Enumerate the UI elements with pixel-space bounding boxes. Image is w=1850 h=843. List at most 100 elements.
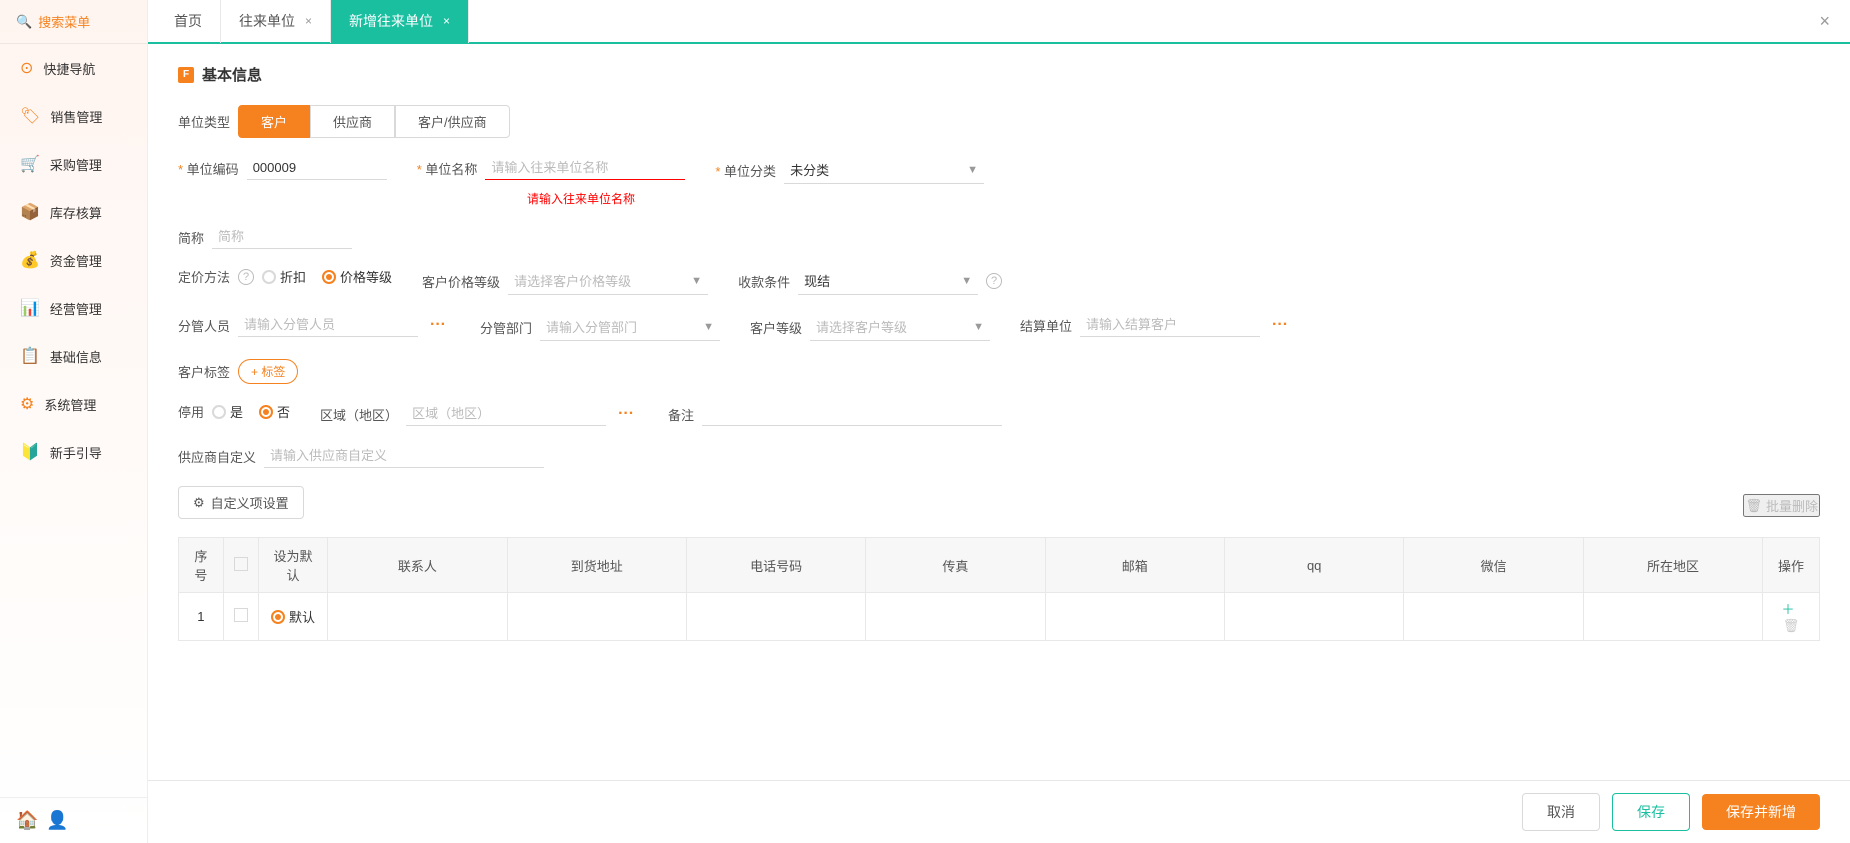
col-phone: 电话号码	[686, 538, 865, 593]
settlement-input[interactable]	[1080, 313, 1260, 337]
payment-help-icon[interactable]: ?	[986, 273, 1002, 289]
header-checkbox[interactable]	[234, 557, 248, 571]
sidebar-item-label: 新手引导	[50, 443, 102, 462]
home-icon[interactable]: 🏠	[16, 810, 38, 831]
col-region: 所在地区	[1583, 538, 1762, 593]
payment-label: 收款条件	[738, 272, 790, 291]
info-icon: F	[183, 69, 189, 80]
customer-price-placeholder: 请选择客户价格等级	[514, 271, 687, 290]
form-content: F 基本信息 单位类型 客户 供应商 客户/供应商 单位编码	[148, 44, 1850, 780]
save-button[interactable]: 保存	[1612, 793, 1690, 831]
supplier-custom-input[interactable]	[264, 444, 544, 468]
tab-units[interactable]: 往来单位 ×	[221, 0, 331, 43]
sidebar-search[interactable]: 🔍 搜索菜单	[0, 0, 147, 44]
payment-chevron: ▼	[961, 275, 972, 287]
abbr-input[interactable]	[212, 225, 352, 249]
region-more-btn[interactable]: ···	[614, 405, 638, 423]
cancel-button[interactable]: 取消	[1522, 793, 1600, 831]
add-row-icon[interactable]: ＋	[1782, 602, 1795, 617]
tab-new-unit[interactable]: 新增往来单位 ×	[331, 0, 469, 43]
inventory-icon: 📦	[20, 202, 40, 222]
discount-label: 折扣	[280, 267, 306, 286]
batch-delete-area: 🗑 批量删除	[1743, 494, 1820, 517]
cell-address[interactable]	[507, 593, 686, 641]
tab-home[interactable]: 首页	[156, 0, 221, 43]
sidebar-item-quick-nav[interactable]: ⊙ 快捷导航	[0, 44, 147, 92]
footer-bar: 取消 保存 保存并新增	[148, 780, 1850, 843]
sidebar-item-label: 销售管理	[50, 107, 102, 126]
type-btn-both[interactable]: 客户/供应商	[395, 105, 510, 138]
cell-seq: 1	[179, 593, 224, 641]
cell-wechat[interactable]	[1404, 593, 1583, 641]
cell-qq[interactable]	[1224, 593, 1404, 641]
pricing-radio-price-level[interactable]: 价格等级	[322, 267, 392, 286]
sidebar-item-purchase[interactable]: 🛒 采购管理	[0, 140, 147, 188]
disabled-no[interactable]: 否	[259, 402, 290, 421]
disabled-no-label: 否	[277, 402, 290, 421]
pricing-row: 定价方法 ? 折扣 价格等级 客户价格等级 请选择客户价格等级	[178, 267, 1820, 295]
manager-more-btn[interactable]: ···	[426, 316, 450, 334]
code-input[interactable]	[247, 156, 387, 180]
customer-level-select[interactable]: 请选择客户等级 ▼	[810, 313, 990, 341]
add-tag-button[interactable]: + 标签	[238, 359, 298, 384]
supplier-custom-row: 供应商自定义	[178, 444, 1820, 468]
code-field: 单位编码	[178, 156, 387, 180]
sidebar-item-label: 基础信息	[50, 347, 102, 366]
cell-phone[interactable]	[686, 593, 865, 641]
payment-select[interactable]: 现结 ▼	[798, 267, 978, 295]
sidebar-item-operations[interactable]: 📊 经营管理	[0, 284, 147, 332]
window-close-icon[interactable]: ×	[1807, 11, 1842, 32]
pricing-radio-discount[interactable]: 折扣	[262, 267, 306, 286]
customer-price-select[interactable]: 请选择客户价格等级 ▼	[508, 267, 708, 295]
sidebar-item-system[interactable]: ⚙ 系统管理	[0, 380, 147, 428]
sidebar-item-basic[interactable]: 📋 基础信息	[0, 332, 147, 380]
dept-select[interactable]: 请输入分管部门 ▼	[540, 313, 720, 341]
custom-settings-button[interactable]: ⚙ 自定义项设置	[178, 486, 304, 519]
disabled-yes[interactable]: 是	[212, 402, 243, 421]
cell-email[interactable]	[1045, 593, 1224, 641]
sidebar-item-finance[interactable]: 💰 资金管理	[0, 236, 147, 284]
tab-units-close[interactable]: ×	[305, 14, 312, 28]
sidebar-item-sales[interactable]: 🏷 销售管理	[0, 92, 147, 140]
row-checkbox[interactable]	[234, 608, 248, 622]
delete-row-icon[interactable]: 🗑	[1783, 618, 1800, 633]
name-field: 单位名称 请输入往来单位名称	[417, 156, 686, 207]
cell-fax[interactable]	[866, 593, 1045, 641]
category-value: 未分类	[790, 160, 963, 179]
sidebar-item-label: 系统管理	[44, 395, 96, 414]
remark-input[interactable]	[702, 402, 1002, 426]
type-btn-supplier[interactable]: 供应商	[310, 105, 395, 138]
pricing-field: 定价方法 ? 折扣 价格等级	[178, 267, 392, 286]
custom-settings-label: 自定义项设置	[211, 493, 289, 512]
sidebar-item-label: 采购管理	[50, 155, 102, 174]
col-email: 邮箱	[1045, 538, 1224, 593]
disabled-yes-label: 是	[230, 402, 243, 421]
default-radio[interactable]: 默认	[269, 607, 317, 626]
tab-new-unit-close[interactable]: ×	[443, 14, 450, 28]
disabled-yes-circle	[212, 405, 226, 419]
remark-label: 备注	[668, 405, 694, 424]
sidebar-item-inventory[interactable]: 📦 库存核算	[0, 188, 147, 236]
batch-delete-button[interactable]: 🗑 批量删除	[1743, 494, 1820, 517]
tab-units-label: 往来单位	[239, 11, 295, 31]
cell-contact[interactable]	[328, 593, 507, 641]
tab-new-unit-label: 新增往来单位	[349, 11, 433, 31]
unit-type-label: 单位类型	[178, 112, 230, 131]
pricing-help-icon[interactable]: ?	[238, 269, 254, 285]
save-new-button[interactable]: 保存并新增	[1702, 794, 1820, 830]
purchase-icon: 🛒	[20, 154, 40, 174]
region-input[interactable]	[406, 402, 606, 426]
manager-input[interactable]	[238, 313, 418, 337]
col-qq: qq	[1224, 538, 1404, 593]
category-select[interactable]: 未分类 ▼	[784, 156, 984, 184]
sidebar-item-guide[interactable]: 🔰 新手引导	[0, 428, 147, 476]
name-input[interactable]	[485, 156, 685, 180]
supplier-custom-label: 供应商自定义	[178, 447, 256, 466]
settlement-more-btn[interactable]: ···	[1268, 316, 1292, 334]
user-icon[interactable]: 👤	[46, 810, 68, 831]
sidebar-item-label: 资金管理	[50, 251, 102, 270]
tab-bar: 首页 往来单位 × 新增往来单位 × ×	[148, 0, 1850, 44]
type-btn-customer[interactable]: 客户	[238, 105, 310, 138]
dept-label: 分管部门	[480, 318, 532, 337]
cell-region[interactable]	[1583, 593, 1762, 641]
